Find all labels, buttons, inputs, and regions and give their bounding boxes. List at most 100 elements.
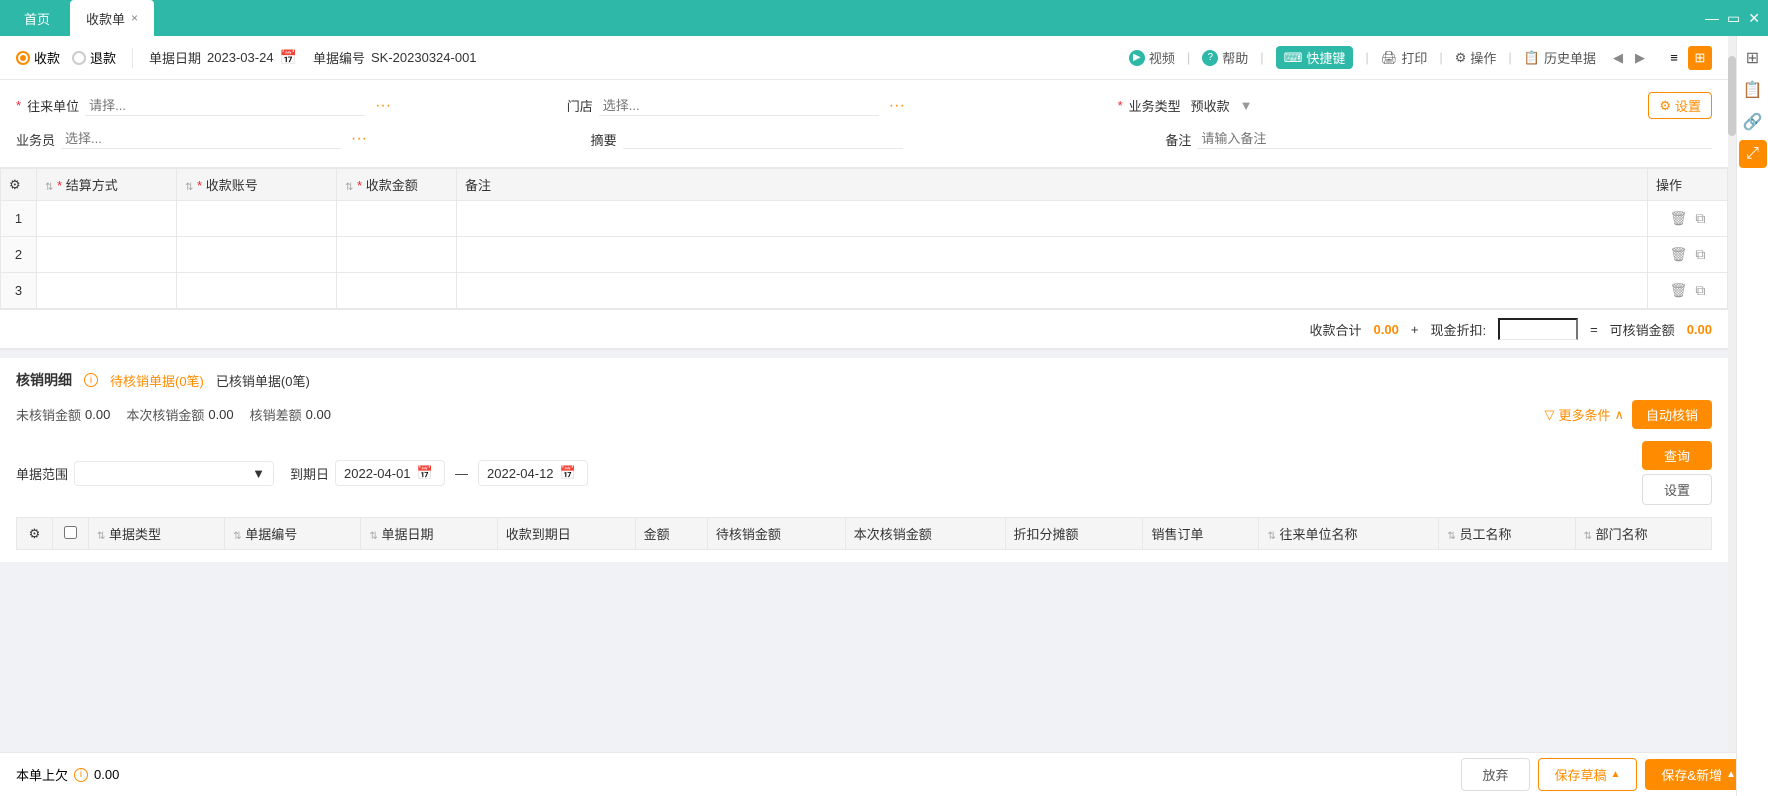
bottom-type-th: ⇅ 单据类型 (89, 518, 225, 550)
list-view-btn[interactable]: ≡ (1662, 46, 1686, 70)
bottom-gear-th[interactable]: ⚙ (17, 518, 53, 550)
summary-input[interactable] (623, 129, 903, 149)
bottom-checkbox-th[interactable] (53, 518, 89, 550)
query-btn[interactable]: 查询 (1642, 441, 1712, 470)
right-sidebar: ⊞ 📋 🔗 ⤢ (1736, 36, 1768, 796)
radio-shoukuan-label: 收款 (34, 48, 60, 67)
row-1-amount[interactable] (337, 201, 457, 237)
settings-btn2[interactable]: 设置 (1642, 474, 1712, 505)
store-input[interactable] (599, 96, 879, 116)
row-2-note[interactable] (457, 237, 1648, 273)
business-dropdown-icon[interactable]: ▼ (1240, 98, 1253, 113)
row-2-method[interactable] (37, 237, 177, 273)
video-icon: ▶ (1129, 50, 1145, 66)
date-label: 单据日期 (149, 48, 201, 67)
sort-account-icon[interactable]: ⇅ (185, 182, 193, 193)
help-btn[interactable]: ? 帮助 (1202, 48, 1248, 67)
sort-amount-icon[interactable]: ⇅ (345, 182, 353, 193)
row-2-delete-icon[interactable]: 🗑 (1670, 246, 1688, 263)
shortcut-btn[interactable]: ⌨ 快捷键 (1276, 46, 1354, 69)
diff-stat: 核销差额 0.00 (250, 405, 331, 424)
video-btn[interactable]: ▶ 视频 (1129, 48, 1175, 67)
sort-dept-icon[interactable]: ⇅ (1584, 531, 1592, 542)
abandon-button[interactable]: 放弃 (1461, 758, 1529, 791)
discount-input[interactable] (1498, 318, 1578, 340)
unverified-label: 未核销金额 (16, 405, 81, 424)
row-3-delete-icon[interactable]: 🗑 (1670, 282, 1688, 299)
table-gear-th[interactable]: ⚙ (1, 169, 37, 201)
required-star-amount: * (357, 178, 362, 193)
operation-btn[interactable]: ⚙ 操作 (1455, 48, 1497, 67)
note-input[interactable] (1197, 129, 1712, 149)
bottom-discount-th: 折扣分摊额 (1005, 518, 1143, 550)
radio-tuikuan[interactable]: 退款 (72, 48, 116, 67)
employee-input[interactable] (61, 129, 341, 149)
sort-employee-icon[interactable]: ⇅ (1447, 531, 1455, 542)
bottom-number-th: ⇅ 单据编号 (225, 518, 361, 550)
auto-writeoff-btn[interactable]: 自动核销 (1632, 400, 1712, 429)
range-select[interactable]: ▼ (74, 461, 274, 486)
sort-number-icon[interactable]: ⇅ (233, 531, 241, 542)
nav-arrows: ◀ ▶ (1608, 48, 1650, 68)
sort-date-icon[interactable]: ⇅ (369, 531, 377, 542)
scrollbar-track[interactable] (1728, 36, 1736, 752)
sort-partner-icon[interactable]: ⇅ (1267, 531, 1275, 542)
partner-input[interactable] (85, 96, 365, 116)
row-3-copy-icon[interactable]: ⧉ (1695, 282, 1705, 299)
scrollbar-thumb[interactable] (1728, 56, 1736, 136)
history-btn[interactable]: 📋 历史单据 (1524, 48, 1596, 67)
nav-prev-icon[interactable]: ◀ (1608, 48, 1628, 68)
select-all-checkbox[interactable] (64, 526, 77, 539)
info-icon[interactable]: i (84, 373, 98, 387)
sort-method-icon[interactable]: ⇅ (45, 182, 53, 193)
row-3-note[interactable] (457, 273, 1648, 309)
row-3-account[interactable] (177, 273, 337, 309)
partner-label: 往来单位 (27, 96, 79, 115)
row-1-method[interactable] (37, 201, 177, 237)
sort-type-icon[interactable]: ⇅ (97, 531, 105, 542)
row-2-amount[interactable] (337, 237, 457, 273)
tab-home[interactable]: 首页 (8, 0, 66, 36)
sidebar-table-icon[interactable]: ⊞ (1739, 44, 1767, 72)
row-3-amount[interactable] (337, 273, 457, 309)
pending-tab[interactable]: 待核销单据(0笔) (110, 371, 204, 390)
calendar-to-icon[interactable]: 📅 (560, 465, 576, 481)
tab-active[interactable]: 收款单 × (70, 0, 154, 36)
done-tab[interactable]: 已核销单据(0笔) (216, 371, 310, 390)
row-1-note[interactable] (457, 201, 1648, 237)
business-label: 业务类型 (1129, 96, 1181, 115)
row-1-delete-icon[interactable]: 🗑 (1670, 210, 1688, 227)
more-filter-btn[interactable]: ▽ 更多条件 ∧ (1544, 405, 1624, 424)
date-from-input[interactable]: 2022-04-01 📅 (335, 460, 445, 486)
nav-next-icon[interactable]: ▶ (1630, 48, 1650, 68)
info-icon-footer[interactable]: i (74, 768, 88, 782)
window-close-icon[interactable]: ✕ (1748, 10, 1760, 27)
tab-close-icon[interactable]: × (131, 11, 138, 25)
date-to-input[interactable]: 2022-04-12 📅 (478, 460, 588, 486)
sidebar-expand-icon[interactable]: ⤢ (1739, 140, 1767, 168)
sidebar-attach-icon[interactable]: 🔗 (1739, 108, 1767, 136)
row-1-account[interactable] (177, 201, 337, 237)
window-restore-icon[interactable]: ▭ (1727, 10, 1740, 27)
settings-button[interactable]: ⚙ 设置 (1648, 92, 1712, 119)
row-2-copy-icon[interactable]: ⧉ (1695, 246, 1705, 263)
window-minimize-icon[interactable]: — (1705, 10, 1719, 26)
row-1-copy-icon[interactable]: ⧉ (1695, 210, 1705, 227)
draft-button[interactable]: 保存草稿 ▲ (1538, 758, 1638, 791)
store-more-icon[interactable]: ··· (889, 97, 905, 115)
toolbar: 收款 退款 单据日期 2023-03-24 📅 单据编号 SK-20230324… (0, 36, 1728, 80)
radio-group: 收款 退款 (16, 48, 116, 67)
radio-shoukuan[interactable]: 收款 (16, 48, 60, 67)
date-icon[interactable]: 📅 (280, 49, 297, 66)
grid-view-btn[interactable]: ⊞ (1688, 46, 1712, 70)
sidebar-note-icon[interactable]: 📋 (1739, 76, 1767, 104)
row-3-method[interactable] (37, 273, 177, 309)
partner-more-icon[interactable]: ··· (375, 97, 391, 115)
row-2-account[interactable] (177, 237, 337, 273)
required-star-method: * (57, 178, 62, 193)
employee-more-icon[interactable]: ··· (351, 130, 367, 148)
calendar-from-icon[interactable]: 📅 (417, 465, 433, 481)
current-label: 本次核销金额 (126, 405, 204, 424)
current-stat: 本次核销金额 0.00 (126, 405, 233, 424)
print-btn[interactable]: 🖨 打印 (1381, 48, 1428, 67)
